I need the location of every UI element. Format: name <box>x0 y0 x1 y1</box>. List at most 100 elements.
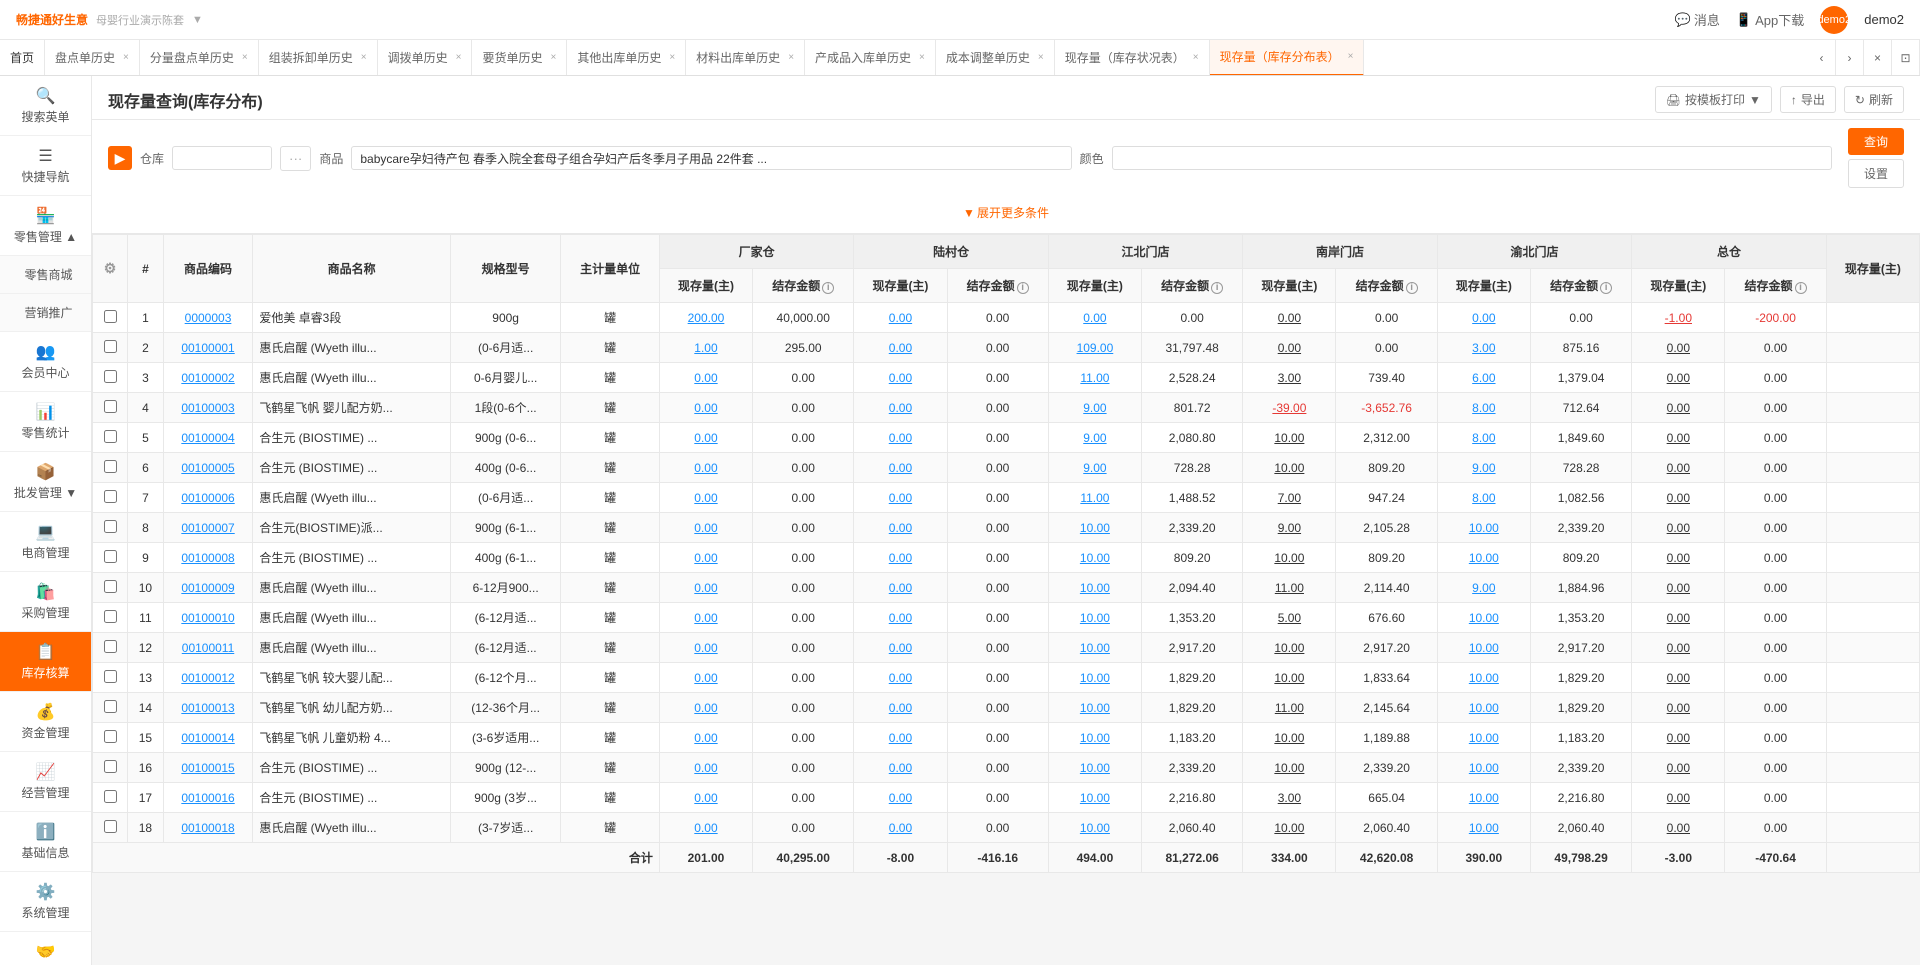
td-yubei-qty[interactable]: 10.00 <box>1437 693 1530 723</box>
tab-qitachuku[interactable]: 其他出库单历史 × <box>567 40 686 76</box>
tab-chengbentiaozhen[interactable]: 成本调整单历史 × <box>936 40 1055 76</box>
sidebar-item-marketing[interactable]: 营销推广 <box>0 294 91 332</box>
filter-expand-btn[interactable]: ▶ <box>108 146 132 170</box>
td-check[interactable] <box>93 783 128 813</box>
td-lu-qty[interactable]: 0.00 <box>854 813 947 843</box>
td-factory-qty[interactable]: 0.00 <box>659 573 752 603</box>
td-jiangbei-qty[interactable]: 10.00 <box>1048 573 1141 603</box>
sidebar-item-operation[interactable]: 📈 经营管理 <box>0 752 91 812</box>
color-input[interactable] <box>1112 146 1832 170</box>
td-check[interactable] <box>93 543 128 573</box>
td-nan-qty[interactable]: 9.00 <box>1243 513 1336 543</box>
sidebar-item-purchase[interactable]: 🛍️ 采购管理 <box>0 572 91 632</box>
tab-close-yaohuo[interactable]: × <box>550 52 556 63</box>
tab-close-qitachuku[interactable]: × <box>669 52 675 63</box>
td-nan-qty[interactable]: -39.00 <box>1243 393 1336 423</box>
td-check[interactable] <box>93 753 128 783</box>
td-check[interactable] <box>93 663 128 693</box>
td-check[interactable] <box>93 633 128 663</box>
tab-nav-expand[interactable]: ⊡ <box>1892 40 1920 76</box>
td-factory-qty[interactable]: 0.00 <box>659 663 752 693</box>
td-total-qty[interactable]: 0.00 <box>1632 483 1725 513</box>
td-yubei-qty[interactable]: 10.00 <box>1437 783 1530 813</box>
sidebar-item-wholesale[interactable]: 📦 批发管理 ▼ <box>0 452 91 512</box>
td-factory-qty[interactable]: 0.00 <box>659 753 752 783</box>
tab-close-cailiao[interactable]: × <box>788 52 794 63</box>
jiangbei-amt-info-icon[interactable]: i <box>1211 282 1223 294</box>
td-factory-qty[interactable]: 0.00 <box>659 813 752 843</box>
td-code[interactable]: 00100011 <box>163 633 253 663</box>
td-factory-qty[interactable]: 0.00 <box>659 633 752 663</box>
td-jiangbei-qty[interactable]: 10.00 <box>1048 663 1141 693</box>
td-code[interactable]: 0000003 <box>163 303 253 333</box>
td-lu-qty[interactable]: 0.00 <box>854 573 947 603</box>
td-factory-qty[interactable]: 0.00 <box>659 423 752 453</box>
td-yubei-qty[interactable]: 10.00 <box>1437 633 1530 663</box>
row-checkbox[interactable] <box>104 700 117 713</box>
tab-chengpin[interactable]: 产成品入库单历史 × <box>805 40 936 76</box>
td-code[interactable]: 00100009 <box>163 573 253 603</box>
td-code[interactable]: 00100016 <box>163 783 253 813</box>
sidebar-item-basicinfo[interactable]: ℹ️ 基础信息 <box>0 812 91 872</box>
td-total-qty[interactable]: 0.00 <box>1632 513 1725 543</box>
td-nan-qty[interactable]: 5.00 <box>1243 603 1336 633</box>
tab-zuhe[interactable]: 组装拆卸单历史 × <box>259 40 378 76</box>
query-btn[interactable]: 查询 <box>1848 128 1904 155</box>
row-checkbox[interactable] <box>104 340 117 353</box>
td-total-qty[interactable]: 0.00 <box>1632 813 1725 843</box>
expand-conditions-btn[interactable]: ▼ 展开更多条件 <box>955 200 1057 225</box>
warehouse-picker-btn[interactable]: ··· <box>280 146 311 171</box>
td-nan-qty[interactable]: 10.00 <box>1243 423 1336 453</box>
row-checkbox[interactable] <box>104 310 117 323</box>
td-code[interactable]: 00100003 <box>163 393 253 423</box>
td-lu-qty[interactable]: 0.00 <box>854 453 947 483</box>
tab-cunliang-kuang[interactable]: 现存量（库存状况表） × <box>1055 40 1210 76</box>
row-checkbox[interactable] <box>104 430 117 443</box>
tab-nav-next[interactable]: › <box>1836 40 1864 76</box>
td-lu-qty[interactable]: 0.00 <box>854 423 947 453</box>
td-yubei-qty[interactable]: 8.00 <box>1437 483 1530 513</box>
td-factory-qty[interactable]: 200.00 <box>659 303 752 333</box>
row-checkbox[interactable] <box>104 580 117 593</box>
sidebar-item-collab[interactable]: 🤝 企业协同 <box>0 932 91 965</box>
td-check[interactable] <box>93 363 128 393</box>
row-checkbox[interactable] <box>104 370 117 383</box>
td-check[interactable] <box>93 573 128 603</box>
td-total-qty[interactable]: 0.00 <box>1632 723 1725 753</box>
td-jiangbei-qty[interactable]: 10.00 <box>1048 513 1141 543</box>
td-lu-qty[interactable]: 0.00 <box>854 723 947 753</box>
td-check[interactable] <box>93 693 128 723</box>
td-factory-qty[interactable]: 0.00 <box>659 603 752 633</box>
td-nan-qty[interactable]: 0.00 <box>1243 303 1336 333</box>
tab-close-cunliang-fen[interactable]: × <box>1348 51 1354 62</box>
td-check[interactable] <box>93 453 128 483</box>
td-total-qty[interactable]: 0.00 <box>1632 453 1725 483</box>
td-factory-qty[interactable]: 0.00 <box>659 393 752 423</box>
td-code[interactable]: 00100007 <box>163 513 253 543</box>
row-checkbox[interactable] <box>104 490 117 503</box>
row-checkbox[interactable] <box>104 820 117 833</box>
td-code[interactable]: 00100004 <box>163 423 253 453</box>
industry-dropdown-icon[interactable]: ▼ <box>192 14 203 26</box>
td-total-qty[interactable]: 0.00 <box>1632 363 1725 393</box>
td-nan-qty[interactable]: 11.00 <box>1243 573 1336 603</box>
td-total-qty[interactable]: 0.00 <box>1632 543 1725 573</box>
refresh-btn[interactable]: ↻ 刷新 <box>1844 86 1904 113</box>
row-checkbox[interactable] <box>104 550 117 563</box>
td-jiangbei-qty[interactable]: 109.00 <box>1048 333 1141 363</box>
lu-amt-info-icon[interactable]: i <box>1017 282 1029 294</box>
td-code[interactable]: 00100002 <box>163 363 253 393</box>
industry-selector[interactable]: 母婴行业演示陈套 <box>96 12 184 28</box>
product-input[interactable]: babycare孕妇待产包 春季入院全套母子组合孕妇产后冬季月子用品 22件套 … <box>351 146 1071 170</box>
td-factory-qty[interactable]: 0.00 <box>659 453 752 483</box>
td-lu-qty[interactable]: 0.00 <box>854 393 947 423</box>
td-yubei-qty[interactable]: 6.00 <box>1437 363 1530 393</box>
td-nan-qty[interactable]: 10.00 <box>1243 543 1336 573</box>
row-checkbox[interactable] <box>104 670 117 683</box>
tab-close-chengbentiaozhen[interactable]: × <box>1038 52 1044 63</box>
td-total-qty[interactable]: 0.00 <box>1632 753 1725 783</box>
td-yubei-qty[interactable]: 8.00 <box>1437 393 1530 423</box>
td-code[interactable]: 00100010 <box>163 603 253 633</box>
td-nan-qty[interactable]: 10.00 <box>1243 753 1336 783</box>
tab-close-chengpin[interactable]: × <box>919 52 925 63</box>
